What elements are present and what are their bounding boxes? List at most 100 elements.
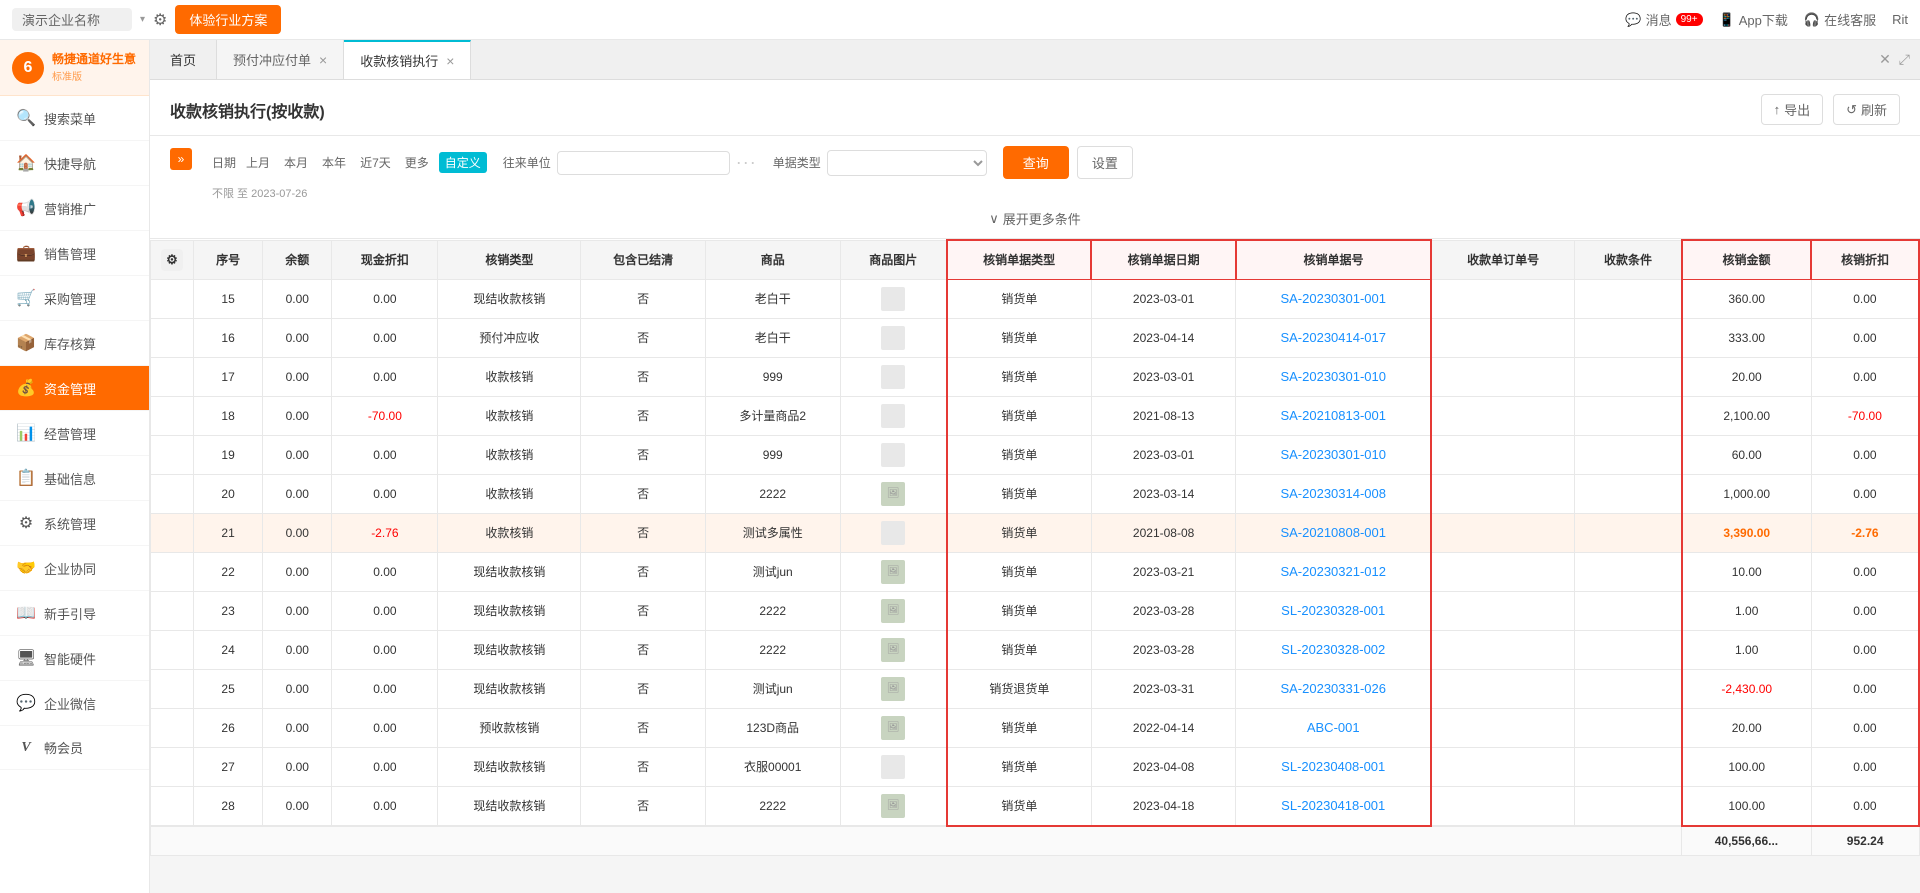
row-include-settled: 否	[581, 552, 706, 591]
tab-close-all-icon[interactable]: ✕	[1879, 51, 1891, 68]
row-settings	[151, 474, 194, 513]
row-cancel-amount: 1.00	[1682, 630, 1812, 669]
table-body: 150.000.00现结收款核销否老白干销货单2023-03-01SA-2023…	[151, 279, 1920, 826]
bill-no-link[interactable]: SA-20230314-008	[1280, 486, 1386, 501]
table-settings-icon[interactable]: ⚙	[161, 249, 183, 271]
bill-no-link[interactable]: SA-20230301-010	[1280, 369, 1386, 384]
filter-expand-btn[interactable]: »	[170, 148, 192, 170]
bill-no-link[interactable]: SA-20210813-001	[1280, 408, 1386, 423]
th-bill-date: 核销单据日期	[1091, 240, 1235, 279]
row-cash-discount: 0.00	[332, 318, 438, 357]
row-include-settled: 否	[581, 786, 706, 826]
app-download[interactable]: 📱 App下载	[1719, 10, 1788, 29]
th-bill-type: 核销单据类型	[947, 240, 1091, 279]
sidebar-item-operation[interactable]: 📊 经营管理	[0, 411, 149, 456]
expand-more-btn[interactable]: ∨ 展开更多条件	[989, 209, 1081, 228]
prepay-tab-close[interactable]: ×	[319, 52, 327, 68]
row-include-settled: 否	[581, 357, 706, 396]
bill-no-link[interactable]: SA-20230301-001	[1280, 291, 1386, 306]
solution-button[interactable]: 体验行业方案	[175, 5, 281, 34]
row-no: 16	[194, 318, 263, 357]
row-balance: 0.00	[263, 747, 332, 786]
date-year-btn[interactable]: 本年	[318, 152, 350, 173]
message-area[interactable]: 💬 消息 99+	[1625, 10, 1702, 29]
settings-icon[interactable]: ⚙	[153, 10, 167, 30]
tab-expand-icon[interactable]: ⤢	[1899, 51, 1910, 68]
collection-tab-close[interactable]: ×	[446, 53, 454, 69]
bill-no-link[interactable]: SA-20210808-001	[1280, 525, 1386, 540]
sidebar-item-quicknav[interactable]: 🏠 快捷导航	[0, 141, 149, 186]
sidebar-item-enterprise[interactable]: 🤝 企业协同	[0, 546, 149, 591]
row-bill-date: 2023-03-01	[1091, 435, 1235, 474]
counterpart-input[interactable]	[557, 151, 730, 175]
bill-no-link[interactable]: ABC-001	[1307, 720, 1360, 735]
sidebar-item-marketing[interactable]: 📢 营销推广	[0, 186, 149, 231]
company-selector[interactable]: 演示企业名称	[12, 8, 132, 31]
row-receipt-order-no	[1431, 669, 1575, 708]
row-bill-no: SA-20210813-001	[1236, 396, 1431, 435]
sidebar-item-smart[interactable]: 🖥 智能硬件	[0, 636, 149, 681]
top-bar-left: 演示企业名称 ▾ ⚙ 体验行业方案	[12, 5, 1615, 34]
user-area[interactable]: Rit	[1892, 12, 1908, 27]
date-custom-btn[interactable]: 自定义	[439, 152, 487, 173]
bill-no-link[interactable]: SL-20230418-001	[1281, 798, 1385, 813]
export-button[interactable]: ↑ 导出	[1761, 94, 1824, 125]
sidebar-item-purchase[interactable]: 🛒 采购管理	[0, 276, 149, 321]
query-button[interactable]: 查询	[1003, 146, 1069, 179]
basic-icon: 📋	[16, 468, 36, 488]
message-icon: 💬	[1625, 12, 1641, 28]
row-receipt-condition	[1575, 513, 1682, 552]
row-goods: 999	[705, 435, 840, 474]
operation-icon: 📊	[16, 423, 36, 443]
bill-no-link[interactable]: SL-20230328-002	[1281, 642, 1385, 657]
setting-button[interactable]: 设置	[1077, 146, 1133, 179]
bill-no-link[interactable]: SA-20230414-017	[1280, 330, 1386, 345]
company-dropdown-icon[interactable]: ▾	[140, 14, 145, 25]
row-no: 25	[194, 669, 263, 708]
sidebar-item-inventory[interactable]: 📦 库存核算	[0, 321, 149, 366]
refresh-button[interactable]: ↺ 刷新	[1833, 94, 1900, 125]
bill-type-select[interactable]	[827, 150, 987, 176]
date-prev-btn[interactable]: 上月	[242, 152, 274, 173]
date-cur-btn[interactable]: 本月	[280, 152, 312, 173]
enterprise-label: 企业协同	[44, 559, 96, 578]
sidebar-item-search[interactable]: 🔍 搜索菜单	[0, 96, 149, 141]
row-cash-discount: 0.00	[332, 435, 438, 474]
date-range-display: 不限 至 2023-07-26	[212, 185, 1133, 201]
system-label: 系统管理	[44, 514, 96, 533]
row-cancel-type: 现结收款核销	[438, 279, 581, 318]
row-bill-type: 销货单	[947, 708, 1091, 747]
sidebar-item-wechat[interactable]: 💬 企业微信	[0, 681, 149, 726]
th-cancel-amount: 核销金额	[1682, 240, 1812, 279]
row-cash-discount: 0.00	[332, 357, 438, 396]
tab-collection[interactable]: 收款核销执行 ×	[344, 40, 471, 79]
bill-no-link[interactable]: SL-20230408-001	[1281, 759, 1385, 774]
quicknav-icon: 🏠	[16, 153, 36, 173]
sidebar-item-sales[interactable]: 💼 销售管理	[0, 231, 149, 276]
sidebar-item-member[interactable]: V 畅会员	[0, 726, 149, 770]
bill-no-link[interactable]: SL-20230328-001	[1281, 603, 1385, 618]
footer-spacer	[151, 826, 1682, 856]
sidebar-item-basic[interactable]: 📋 基础信息	[0, 456, 149, 501]
sidebar-item-finance[interactable]: 💰 资金管理	[0, 366, 149, 411]
bill-no-link[interactable]: SA-20230301-010	[1280, 447, 1386, 462]
date-more-btn[interactable]: 更多	[401, 152, 433, 173]
row-cancel-amount: 2,100.00	[1682, 396, 1812, 435]
bill-no-link[interactable]: SA-20230321-012	[1280, 564, 1386, 579]
row-cash-discount: 0.00	[332, 747, 438, 786]
date-7days-btn[interactable]: 近7天	[356, 152, 395, 173]
main-layout: 6 畅捷通道好生意 标准版 🔍 搜索菜单 🏠 快捷导航 📢 营销推广 💼 销售管…	[0, 40, 1920, 893]
row-receipt-condition	[1575, 591, 1682, 630]
row-receipt-condition	[1575, 747, 1682, 786]
sidebar-item-system[interactable]: ⚙ 系统管理	[0, 501, 149, 546]
tab-home[interactable]: 首页	[150, 40, 217, 79]
sidebar-item-guide[interactable]: 📖 新手引导	[0, 591, 149, 636]
bill-no-link[interactable]: SA-20230331-026	[1280, 681, 1386, 696]
row-receipt-condition	[1575, 279, 1682, 318]
row-settings	[151, 669, 194, 708]
row-receipt-order-no	[1431, 786, 1575, 826]
row-receipt-order-no	[1431, 396, 1575, 435]
online-service[interactable]: 🎧 在线客服	[1804, 10, 1876, 29]
row-receipt-condition	[1575, 318, 1682, 357]
tab-prepay[interactable]: 预付冲应付单 ×	[217, 40, 344, 79]
